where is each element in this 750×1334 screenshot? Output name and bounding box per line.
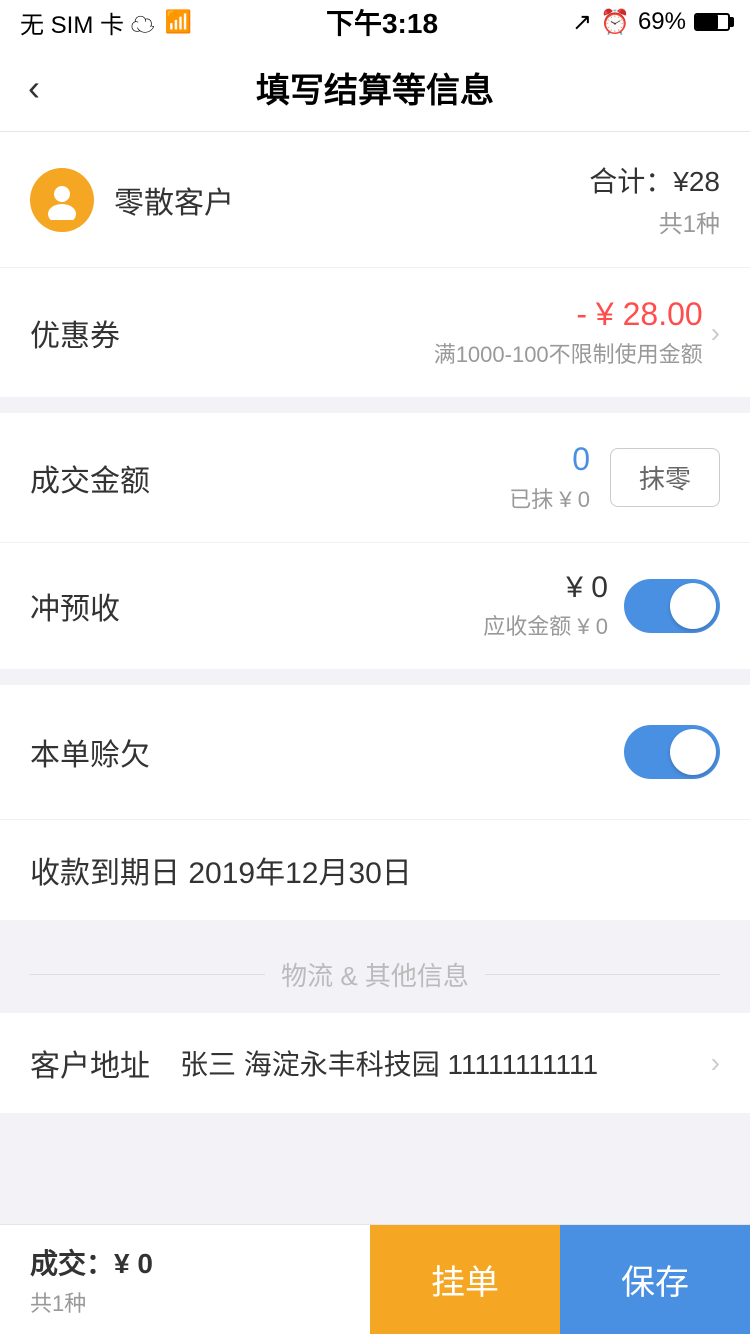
bottom-deal: 成交：¥ 0 [30, 1242, 340, 1282]
customer-right: 合计：¥28 共1种 [589, 160, 720, 239]
debit-label: 本单赊欠 [30, 730, 150, 774]
bottom-count: 共1种 [30, 1286, 340, 1318]
status-bar: 无 SIM 卡 ☁ 📶 下午3:18 ↗ ⏰ 69% [0, 0, 750, 44]
prereceipt-label: 冲预收 [30, 584, 120, 628]
address-label: 客户地址 [30, 1041, 150, 1085]
avatar [30, 168, 94, 232]
battery-icon [694, 13, 730, 31]
coupon-details: - ¥ 28.00 满1000-100不限制使用金额 [434, 296, 703, 369]
nav-bar: ‹ 填写结算等信息 [0, 44, 750, 132]
coupon-desc: 满1000-100不限制使用金额 [434, 337, 703, 369]
transaction-right: 0 已抹 ¥ 0 抹零 [509, 441, 720, 514]
battery-text: 69% [638, 8, 686, 36]
round-off-button[interactable]: 抹零 [610, 448, 720, 507]
coupon-row[interactable]: 优惠券 - ¥ 28.00 满1000-100不限制使用金额 › [0, 267, 750, 397]
customer-name: 零散客户 [114, 178, 234, 222]
address-value: 张三 海淀永丰科技园 11111111111 [180, 1043, 711, 1083]
back-button[interactable]: ‹ [28, 67, 40, 109]
customer-row[interactable]: 零散客户 合计：¥28 共1种 [0, 132, 750, 267]
transaction-label: 成交金额 [30, 456, 150, 500]
status-left: 无 SIM 卡 ☁ 📶 [20, 5, 192, 40]
toggle-knob [670, 583, 716, 629]
logistics-text: 物流 & 其他信息 [281, 956, 469, 993]
address-section: 客户地址 张三 海淀永丰科技园 11111111111 › [0, 1013, 750, 1113]
due-date-row: 收款到期日 2019年12月30日 [0, 819, 750, 920]
bottom-deal-value: ¥ 0 [114, 1248, 153, 1279]
due-date-label: 收款到期日 2019年12月30日 [30, 857, 412, 890]
coupon-chevron-icon: › [711, 317, 720, 349]
save-button[interactable]: 保存 [560, 1225, 750, 1334]
customer-total: 合计：¥28 [589, 160, 720, 200]
page-title: 填写结算等信息 [256, 63, 494, 112]
bottom-summary: 成交：¥ 0 共1种 [0, 1242, 370, 1318]
prereceipt-amount: ¥ 0 [483, 571, 608, 605]
address-chevron-icon: › [711, 1047, 720, 1079]
address-row[interactable]: 客户地址 张三 海淀永丰科技园 11111111111 › [0, 1013, 750, 1113]
debit-section: 本单赊欠 收款到期日 2019年12月30日 [0, 685, 750, 920]
customer-left: 零散客户 [30, 168, 234, 232]
transaction-section: 成交金额 0 已抹 ¥ 0 抹零 冲预收 ¥ 0 应收金额 ¥ 0 [0, 413, 750, 669]
content: 零散客户 合计：¥28 共1种 优惠券 - ¥ 28.00 满1000-100不… [0, 132, 750, 1249]
coupon-right: - ¥ 28.00 满1000-100不限制使用金额 › [434, 296, 720, 369]
prereceipt-row: 冲预收 ¥ 0 应收金额 ¥ 0 [0, 542, 750, 669]
location-icon: ↗ [572, 8, 592, 37]
alarm-icon: ⏰ [600, 8, 630, 37]
prereceipt-sub: 应收金额 ¥ 0 [483, 609, 608, 641]
logistics-line-right [485, 974, 720, 975]
bottom-deal-prefix: 成交： [30, 1248, 114, 1279]
prereceipt-toggle[interactable] [624, 579, 720, 633]
logistics-divider: 物流 & 其他信息 [0, 936, 750, 1013]
prereceipt-right: ¥ 0 应收金额 ¥ 0 [483, 571, 720, 641]
transaction-row: 成交金额 0 已抹 ¥ 0 抹零 [0, 413, 750, 542]
status-right: ↗ ⏰ 69% [572, 8, 730, 37]
hold-button[interactable]: 挂单 [370, 1225, 560, 1334]
wifi-icon: 📶 [165, 9, 192, 35]
customer-count: 共1种 [589, 204, 720, 239]
prereceipt-values: ¥ 0 应收金额 ¥ 0 [483, 571, 608, 641]
debit-toggle[interactable] [624, 725, 720, 779]
debit-row: 本单赊欠 [0, 685, 750, 819]
debit-toggle-knob [670, 729, 716, 775]
logistics-lines: 物流 & 其他信息 [0, 956, 750, 993]
transaction-value-group: 0 已抹 ¥ 0 [509, 441, 590, 514]
transaction-sub: 已抹 ¥ 0 [509, 482, 590, 514]
customer-section: 零散客户 合计：¥28 共1种 优惠券 - ¥ 28.00 满1000-100不… [0, 132, 750, 397]
person-icon [42, 180, 82, 220]
sim-status: 无 SIM 卡 ☁ [20, 5, 155, 40]
coupon-label: 优惠券 [30, 311, 120, 355]
status-time: 下午3:18 [326, 2, 438, 42]
transaction-value: 0 [572, 441, 590, 477]
coupon-amount: - ¥ 28.00 [434, 296, 703, 333]
logistics-line-left [30, 974, 265, 975]
bottom-bar: 成交：¥ 0 共1种 挂单 保存 [0, 1224, 750, 1334]
